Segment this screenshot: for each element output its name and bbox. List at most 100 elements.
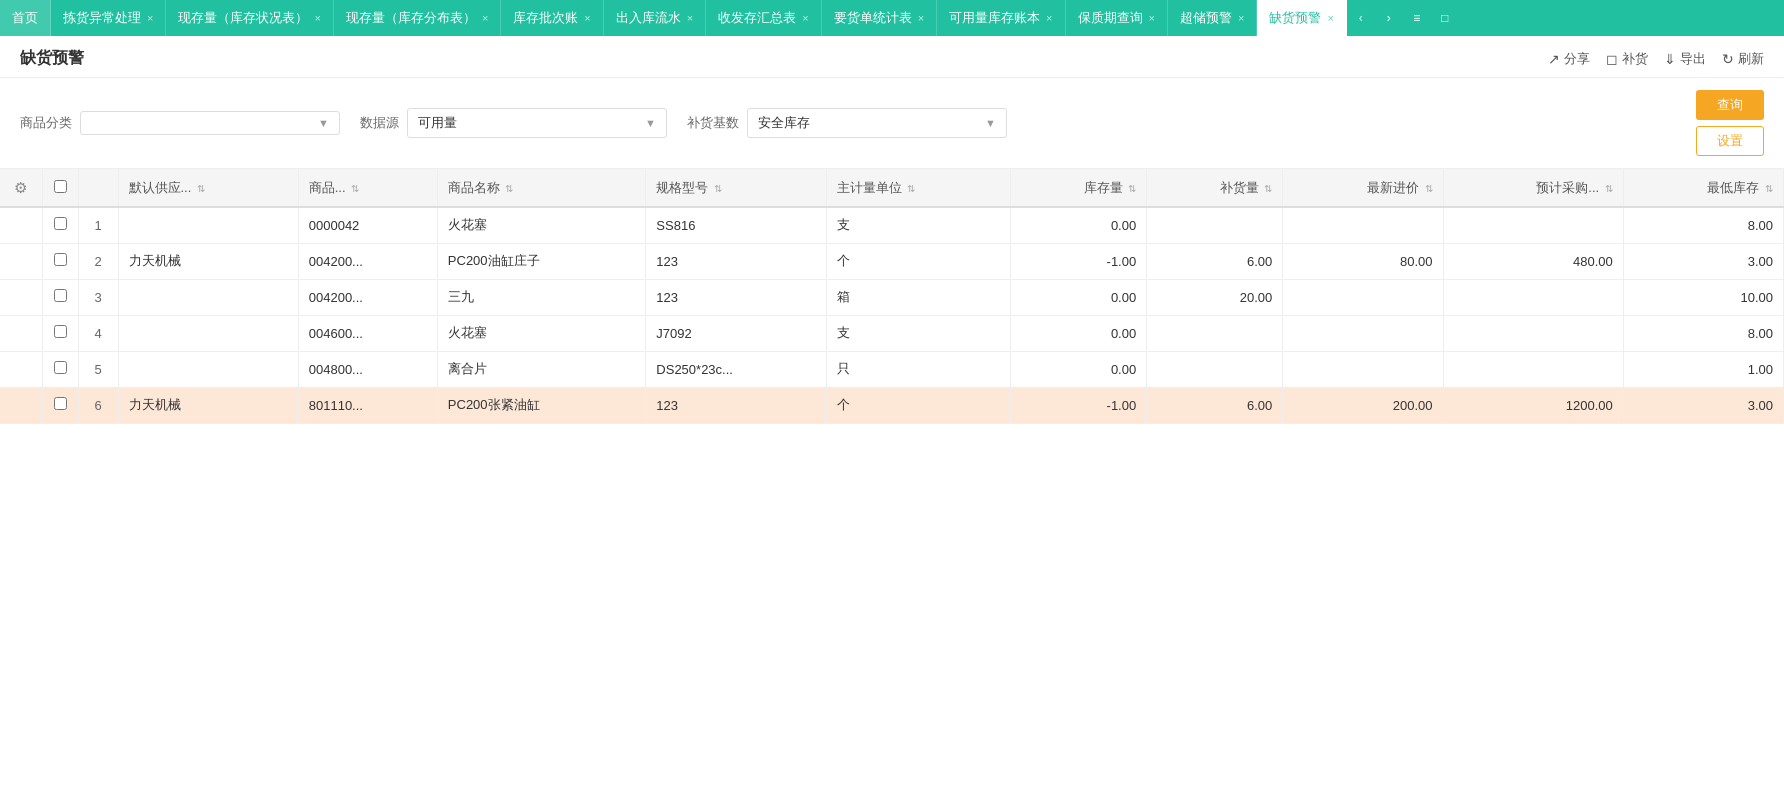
tab-overstock[interactable]: 超储预警 × xyxy=(1168,0,1257,36)
col-header-product-code[interactable]: 商品... ⇅ xyxy=(298,169,437,207)
tab-menu-btn[interactable]: ≡ xyxy=(1403,0,1431,36)
category-filter-group: 商品分类 ▼ xyxy=(20,111,340,135)
page-actions: ↗ 分享 ◻ 补货 ⇓ 导出 ↻ 刷新 xyxy=(1548,50,1764,68)
datasource-filter-group: 数据源 可用量 ▼ xyxy=(360,108,667,138)
table-body: 1 0000042 火花塞 SS816 支 0.00 8.00 2 力天机械 0… xyxy=(0,207,1784,423)
row-settings-cell xyxy=(0,315,42,351)
col-header-product-name[interactable]: 商品名称 ⇅ xyxy=(437,169,646,207)
col-header-replenish[interactable]: 补货量 ⇅ xyxy=(1147,169,1283,207)
tab-next-btn[interactable]: › xyxy=(1375,0,1403,36)
tab-close-expiry[interactable]: × xyxy=(1149,12,1155,24)
row-checkbox[interactable] xyxy=(54,253,67,266)
col-header-unit[interactable]: 主计量单位 ⇅ xyxy=(826,169,1010,207)
row-checkbox[interactable] xyxy=(54,325,67,338)
latest-price-sort-icon: ⇅ xyxy=(1425,183,1433,194)
page-title: 缺货预警 xyxy=(20,48,84,69)
row-product-name: PC200张紧油缸 xyxy=(437,387,646,423)
page-header: 缺货预警 ↗ 分享 ◻ 补货 ⇓ 导出 ↻ 刷新 xyxy=(0,36,1784,78)
tab-demand-stats[interactable]: 要货单统计表 × xyxy=(822,0,937,36)
replenish-button[interactable]: ◻ 补货 xyxy=(1606,50,1648,68)
row-product-code: 801110... xyxy=(298,387,437,423)
col-header-index xyxy=(78,169,118,207)
row-replenish: 6.00 xyxy=(1147,387,1283,423)
col-header-spec[interactable]: 规格型号 ⇅ xyxy=(646,169,827,207)
row-checkbox[interactable] xyxy=(54,289,67,302)
row-checkbox-cell[interactable] xyxy=(42,243,78,279)
tab-home[interactable]: 首页 xyxy=(0,0,51,36)
tab-close-demand-stats[interactable]: × xyxy=(918,12,924,24)
tab-inventory-status[interactable]: 现存量（库存状况表） × xyxy=(166,0,333,36)
tab-close-receive-summary[interactable]: × xyxy=(802,12,808,24)
tab-available-ledger[interactable]: 可用量库存账本 × xyxy=(937,0,1065,36)
row-checkbox[interactable] xyxy=(54,397,67,410)
tab-inventory-dist[interactable]: 现存量（库存分布表） × xyxy=(334,0,501,36)
replenish-icon: ◻ xyxy=(1606,51,1618,67)
row-checkbox-cell[interactable] xyxy=(42,351,78,387)
share-button[interactable]: ↗ 分享 xyxy=(1548,50,1590,68)
row-index: 2 xyxy=(78,243,118,279)
tab-close-shortage[interactable]: × xyxy=(1327,12,1333,24)
table-row[interactable]: 4 004600... 火花塞 J7092 支 0.00 8.00 xyxy=(0,315,1784,351)
row-est-purchase: 480.00 xyxy=(1443,243,1623,279)
row-index: 5 xyxy=(78,351,118,387)
row-min-stock: 3.00 xyxy=(1623,243,1783,279)
settings-button[interactable]: 设置 xyxy=(1696,126,1764,156)
col-header-min-stock[interactable]: 最低库存 ⇅ xyxy=(1623,169,1783,207)
col-header-settings[interactable]: ⚙ xyxy=(0,169,42,207)
row-stock: -1.00 xyxy=(1011,243,1147,279)
row-unit: 箱 xyxy=(826,279,1010,315)
row-checkbox-cell[interactable] xyxy=(42,207,78,243)
tab-close-inout-flow[interactable]: × xyxy=(687,12,693,24)
row-settings-cell xyxy=(0,351,42,387)
tab-close-batch[interactable]: × xyxy=(584,12,590,24)
row-replenish: 20.00 xyxy=(1147,279,1283,315)
tab-maximize-btn[interactable]: □ xyxy=(1431,0,1459,36)
table-row[interactable]: 2 力天机械 004200... PC200油缸庄子 123 个 -1.00 6… xyxy=(0,243,1784,279)
row-settings-cell xyxy=(0,387,42,423)
tab-receive-summary[interactable]: 收发存汇总表 × xyxy=(706,0,821,36)
col-header-latest-price[interactable]: 最新进价 ⇅ xyxy=(1283,169,1443,207)
column-settings-icon[interactable]: ⚙ xyxy=(14,179,27,196)
main-table: ⚙ 默认供应... ⇅ 商品... ⇅ 商品名称 xyxy=(0,169,1784,424)
datasource-value: 可用量 xyxy=(418,114,457,132)
row-index: 1 xyxy=(78,207,118,243)
refresh-button[interactable]: ↻ 刷新 xyxy=(1722,50,1764,68)
row-checkbox-cell[interactable] xyxy=(42,387,78,423)
row-index: 3 xyxy=(78,279,118,315)
table-row[interactable]: 6 力天机械 801110... PC200张紧油缸 123 个 -1.00 6… xyxy=(0,387,1784,423)
table-row[interactable]: 5 004800... 离合片 DS250*23c... 只 0.00 1.00 xyxy=(0,351,1784,387)
col-header-est-purchase[interactable]: 预计采购... ⇅ xyxy=(1443,169,1623,207)
supplier-sort-icon: ⇅ xyxy=(197,183,205,194)
col-header-checkbox[interactable] xyxy=(42,169,78,207)
tab-close-overstock[interactable]: × xyxy=(1238,12,1244,24)
select-all-checkbox[interactable] xyxy=(54,180,67,193)
tab-exception[interactable]: 拣货异常处理 × xyxy=(51,0,166,36)
tab-expiry[interactable]: 保质期查询 × xyxy=(1066,0,1168,36)
tab-prev-btn[interactable]: ‹ xyxy=(1347,0,1375,36)
tab-close-available-ledger[interactable]: × xyxy=(1046,12,1052,24)
row-index: 4 xyxy=(78,315,118,351)
row-stock: 0.00 xyxy=(1011,279,1147,315)
row-checkbox[interactable] xyxy=(54,217,67,230)
tab-shortage[interactable]: 缺货预警 × xyxy=(1257,0,1346,36)
row-product-name: 火花塞 xyxy=(437,207,646,243)
query-button[interactable]: 查询 xyxy=(1696,90,1764,120)
replenish-base-select[interactable]: 安全库存 ▼ xyxy=(747,108,1007,138)
table-row[interactable]: 3 004200... 三九 123 箱 0.00 20.00 10.00 xyxy=(0,279,1784,315)
row-checkbox-cell[interactable] xyxy=(42,279,78,315)
col-header-stock[interactable]: 库存量 ⇅ xyxy=(1011,169,1147,207)
table-row[interactable]: 1 0000042 火花塞 SS816 支 0.00 8.00 xyxy=(0,207,1784,243)
replenish-sort-icon: ⇅ xyxy=(1264,183,1272,194)
tab-close-inventory-dist[interactable]: × xyxy=(482,12,488,24)
tab-close-inventory-status[interactable]: × xyxy=(314,12,320,24)
category-select[interactable]: ▼ xyxy=(80,111,340,135)
tab-inout-flow[interactable]: 出入库流水 × xyxy=(604,0,706,36)
export-button[interactable]: ⇓ 导出 xyxy=(1664,50,1706,68)
tab-batch[interactable]: 库存批次账 × xyxy=(501,0,603,36)
row-checkbox-cell[interactable] xyxy=(42,315,78,351)
tab-close-exception[interactable]: × xyxy=(147,12,153,24)
min-stock-sort-icon: ⇅ xyxy=(1765,183,1773,194)
datasource-select[interactable]: 可用量 ▼ xyxy=(407,108,667,138)
row-checkbox[interactable] xyxy=(54,361,67,374)
col-header-supplier[interactable]: 默认供应... ⇅ xyxy=(118,169,298,207)
